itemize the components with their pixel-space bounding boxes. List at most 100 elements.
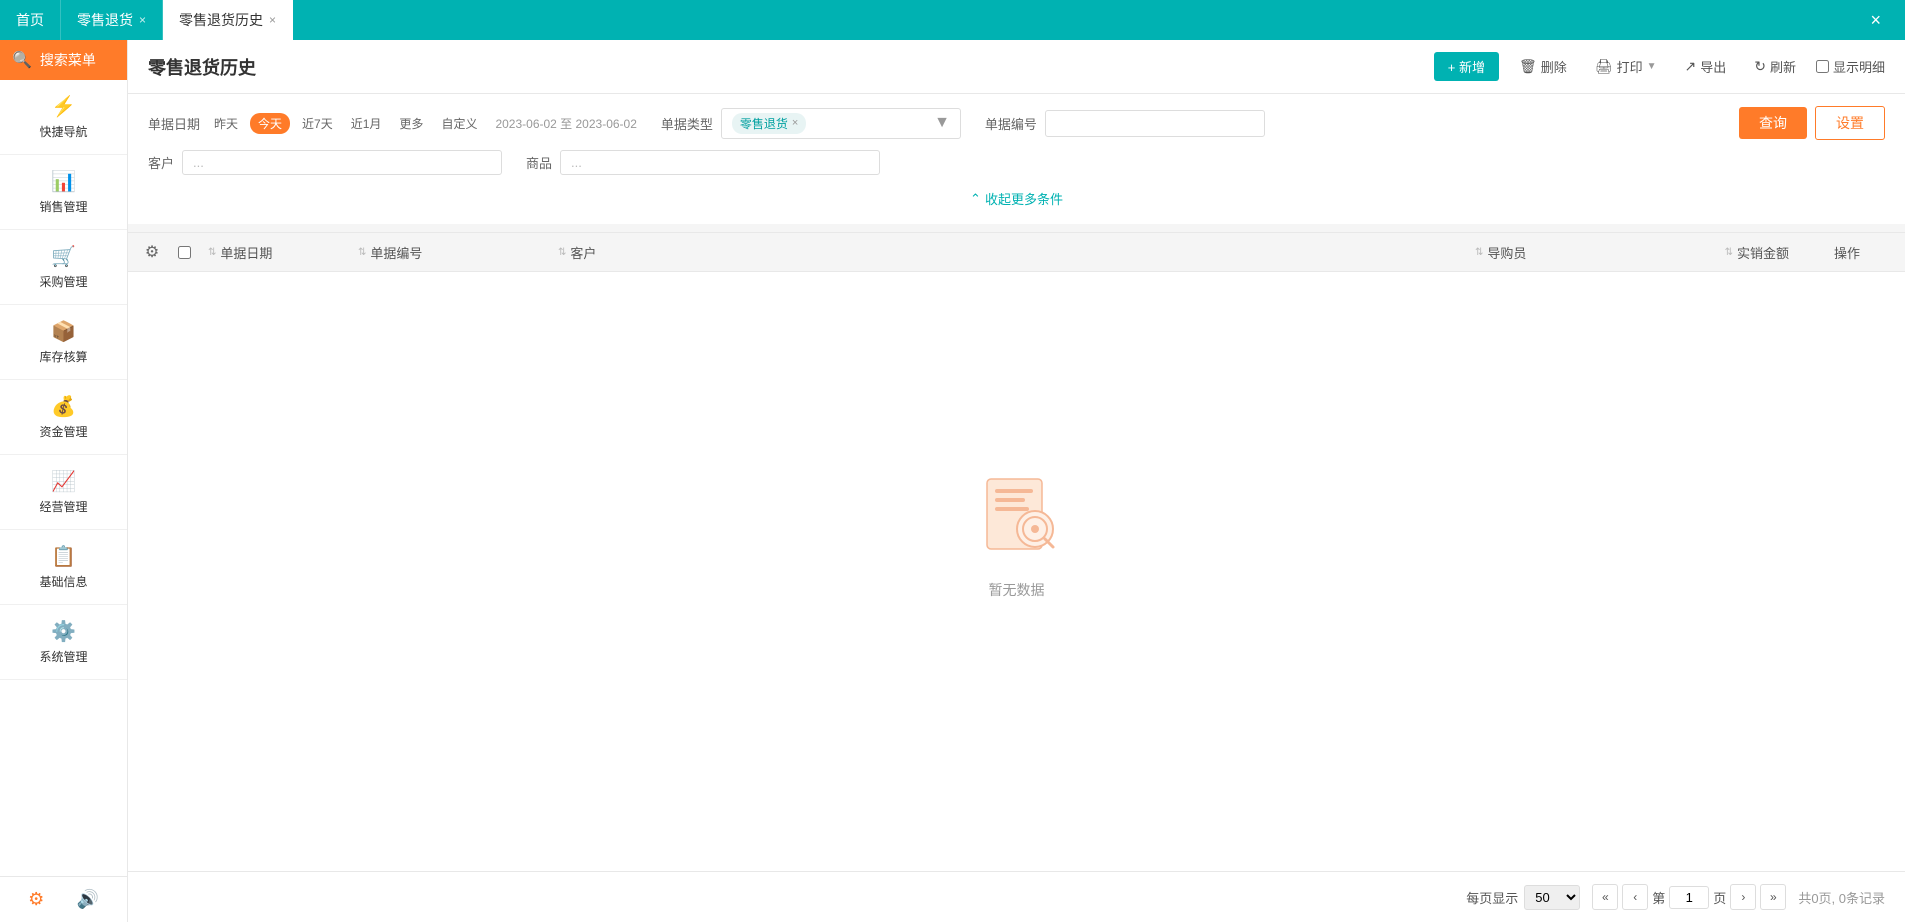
display-detail-label: 显示明细 <box>1833 57 1885 76</box>
pagination-nav: « ‹ 第 页 › » <box>1592 884 1786 910</box>
display-detail-check[interactable] <box>1816 60 1829 73</box>
date-option-yesterday[interactable]: 昨天 <box>208 113 244 134</box>
display-detail-checkbox[interactable]: 显示明细 <box>1816 57 1885 76</box>
sidebar-item-purchase[interactable]: 🛒 采购管理 <box>0 230 127 305</box>
col-number: ⇅ 单据编号 <box>350 243 550 262</box>
tab-retail-return-label: 零售退货 <box>77 10 133 30</box>
tab-retail-return-close[interactable]: × <box>139 13 146 27</box>
col-date: ⇅ 单据日期 <box>200 243 350 262</box>
date-option-today[interactable]: 今天 <box>250 113 290 134</box>
settings-bottom-icon[interactable]: ⚙ <box>28 889 44 910</box>
sort-icon-number[interactable]: ⇅ <box>358 247 366 258</box>
sort-icon-guide[interactable]: ⇅ <box>1475 247 1483 258</box>
export-label: 导出 <box>1700 57 1726 76</box>
size-label: 每页显示 <box>1466 888 1518 907</box>
date-filter: 单据日期 昨天 今天 近7天 近1月 更多 自定义 2023-06-02 至 2… <box>148 113 637 134</box>
print-button[interactable]: 🖨 打印 ▼ <box>1587 53 1665 80</box>
window-close-icon[interactable]: × <box>1862 10 1889 31</box>
collapse-more-btn[interactable]: ⌃ 收起更多条件 <box>148 185 1885 216</box>
date-option-more[interactable]: 更多 <box>393 113 429 134</box>
finance-icon: 💰 <box>51 394 76 419</box>
tab-retail-return[interactable]: 零售退货 × <box>61 0 163 40</box>
sidebar-item-shortcuts-label: 快捷导航 <box>39 123 87 140</box>
sidebar-item-inventory-label: 库存核算 <box>39 348 87 365</box>
sidebar-item-sales[interactable]: 📊 销售管理 <box>0 155 127 230</box>
collapse-up-icon: ⌃ <box>970 191 981 207</box>
query-button[interactable]: + 新增 <box>1434 52 1499 81</box>
sidebar-item-finance[interactable]: 💰 资金管理 <box>0 380 127 455</box>
sidebar-item-basic-info[interactable]: 📋 基础信息 <box>0 530 127 605</box>
sort-icon-date[interactable]: ⇅ <box>208 247 216 258</box>
col-amount-label: 实销金额 <box>1737 243 1789 262</box>
type-selector[interactable]: 零售退货 × ▼ <box>721 108 961 139</box>
sidebar-bottom: ⚙ 🔊 <box>0 876 127 922</box>
operation-icon: 📈 <box>51 469 76 494</box>
page-header: 零售退货历史 + 新增 🗑 删除 🖨 打印 ▼ ↗ 导出 <box>128 40 1905 94</box>
page-next-btn[interactable]: › <box>1730 884 1756 910</box>
col-customer-label: 客户 <box>570 243 596 262</box>
type-filter: 单据类型 零售退货 × ▼ <box>661 108 961 139</box>
delete-icon: 🗑 <box>1519 58 1537 75</box>
col-date-label: 单据日期 <box>220 243 272 262</box>
sidebar-search-label: 搜索菜单 <box>40 50 96 70</box>
type-label: 单据类型 <box>661 114 713 133</box>
empty-text: 暂无数据 <box>989 580 1045 600</box>
page-last-btn[interactable]: » <box>1760 884 1786 910</box>
goods-label: 商品 <box>526 153 552 172</box>
tab-retail-return-history[interactable]: 零售退货历史 × <box>163 0 293 40</box>
page-size-select[interactable]: 50 10 20 100 <box>1524 885 1580 910</box>
type-tag-close-icon[interactable]: × <box>792 117 798 129</box>
date-option-7days[interactable]: 近7天 <box>296 113 339 134</box>
sidebar-item-inventory[interactable]: 📦 库存核算 <box>0 305 127 380</box>
main-layout: 🔍 搜索菜单 ⚡ 快捷导航 📊 销售管理 🛒 采购管理 📦 库存核算 💰 资金管… <box>0 40 1905 922</box>
date-option-custom[interactable]: 自定义 <box>435 113 483 134</box>
refresh-icon: ↻ <box>1754 58 1766 75</box>
sort-icon-amount[interactable]: ⇅ <box>1725 247 1733 258</box>
page-info: 共0页, 0条记录 <box>1798 888 1885 907</box>
page-actions: + 新增 🗑 删除 🖨 打印 ▼ ↗ 导出 ↻ <box>1434 52 1885 81</box>
table-settings-icon[interactable]: ⚙ <box>136 242 168 262</box>
col-guide: ⇅ 导购员 <box>1467 243 1647 262</box>
select-all-checkbox[interactable] <box>178 246 191 259</box>
page-unit: 页 <box>1713 888 1726 907</box>
col-customer: ⇅ 客户 <box>550 243 1467 262</box>
sidebar-search[interactable]: 🔍 搜索菜单 <box>0 40 127 80</box>
sort-icon-customer[interactable]: ⇅ <box>558 247 566 258</box>
col-op: 操作 <box>1797 243 1897 262</box>
goods-placeholder: ... <box>571 155 869 170</box>
sidebar-item-system[interactable]: ⚙️ 系统管理 <box>0 605 127 680</box>
sidebar-item-operation-label: 经营管理 <box>39 498 87 515</box>
refresh-button[interactable]: ↻ 刷新 <box>1746 53 1804 80</box>
set-button[interactable]: 设置 <box>1815 106 1885 140</box>
page-label: 第 <box>1652 888 1665 907</box>
empty-state: 暂无数据 <box>128 272 1905 871</box>
sidebar-item-shortcuts[interactable]: ⚡ 快捷导航 <box>0 80 127 155</box>
speaker-icon[interactable]: 🔊 <box>76 889 98 910</box>
empty-state-icon <box>967 464 1067 564</box>
type-tag-text: 零售退货 <box>740 115 788 132</box>
delete-button[interactable]: 🗑 删除 <box>1511 53 1575 80</box>
query-submit-button[interactable]: 查询 <box>1739 107 1807 139</box>
topbar: 首页 零售退货 × 零售退货历史 × × <box>0 0 1905 40</box>
purchase-icon: 🛒 <box>51 244 76 269</box>
date-options: 昨天 今天 近7天 近1月 更多 自定义 <box>208 113 483 134</box>
page-first-btn[interactable]: « <box>1592 884 1618 910</box>
tab-home[interactable]: 首页 <box>0 0 61 40</box>
page-prev-btn[interactable]: ‹ <box>1622 884 1648 910</box>
date-option-1month[interactable]: 近1月 <box>345 113 388 134</box>
number-input[interactable] <box>1045 110 1265 137</box>
system-icon: ⚙️ <box>51 619 76 644</box>
table-checkbox-all[interactable] <box>168 246 200 259</box>
print-label: 打印 <box>1617 57 1643 76</box>
sidebar-item-basic-info-label: 基础信息 <box>39 573 87 590</box>
topbar-right: × <box>1862 10 1905 31</box>
col-op-label: 操作 <box>1834 243 1860 262</box>
sidebar-item-operation[interactable]: 📈 经营管理 <box>0 455 127 530</box>
page-input[interactable] <box>1669 886 1709 909</box>
col-amount: ⇅ 实销金额 <box>1647 243 1797 262</box>
tab-retail-return-history-close[interactable]: × <box>269 13 276 27</box>
goods-input-area[interactable]: ... <box>560 150 880 175</box>
basic-info-icon: 📋 <box>51 544 76 569</box>
export-button[interactable]: ↗ 导出 <box>1676 53 1734 80</box>
customer-input-area[interactable]: ... <box>182 150 502 175</box>
